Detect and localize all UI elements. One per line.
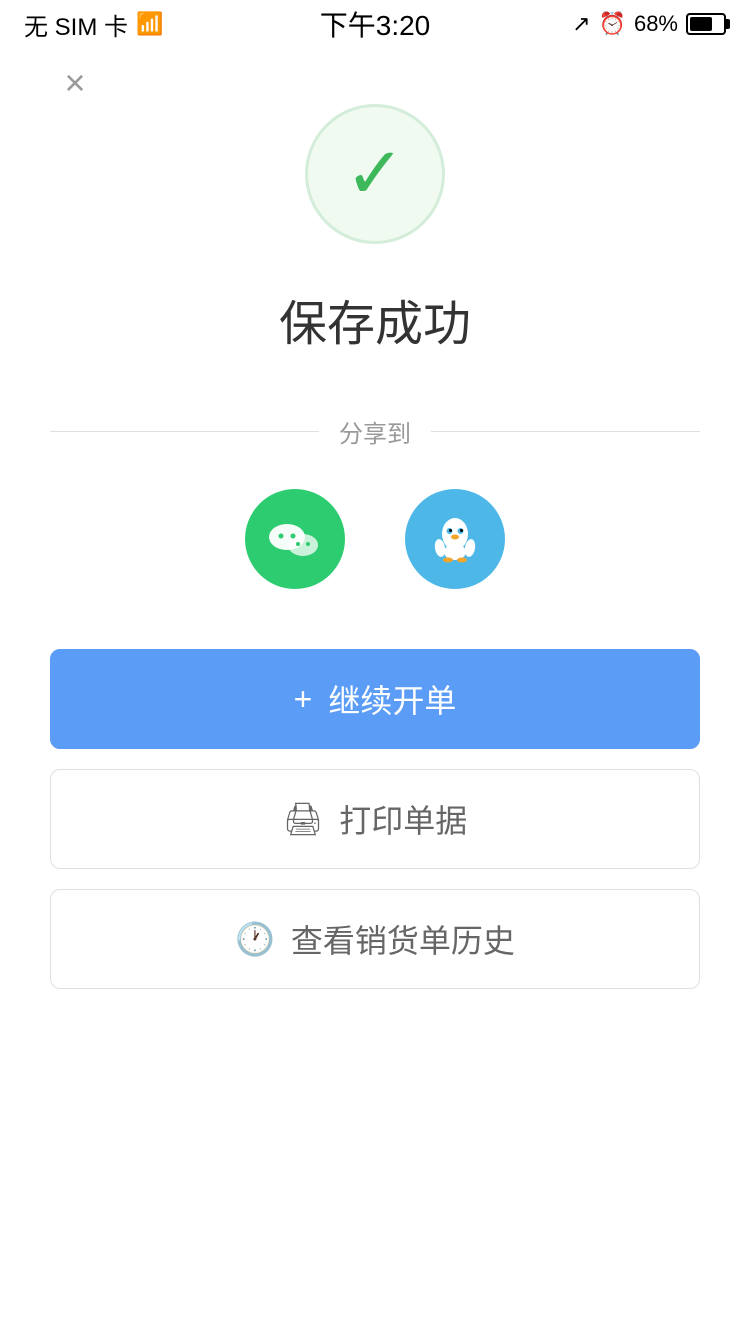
checkmark-icon: ✓ <box>345 138 405 210</box>
location-icon: ↗ <box>572 11 590 37</box>
main-content: ✓ 保存成功 分享到 <box>0 44 750 989</box>
close-button[interactable]: × <box>50 58 100 108</box>
wechat-share-button[interactable] <box>245 489 345 589</box>
continue-button[interactable]: + 继续开单 <box>50 649 700 749</box>
history-button[interactable]: 🕐 查看销货单历史 <box>50 889 700 989</box>
share-icons <box>50 489 700 589</box>
status-bar: 无 SIM 卡 📶 下午3:20 ↗ ⏰ 68% <box>0 0 750 44</box>
print-label: 打印单据 <box>339 796 467 842</box>
continue-label: 继续开单 <box>328 676 456 722</box>
status-right: ↗ ⏰ 68% <box>572 11 726 37</box>
print-icon: 🖨 <box>283 800 324 838</box>
success-icon-circle: ✓ <box>305 104 445 244</box>
qq-icon <box>426 510 484 568</box>
wechat-icon <box>265 509 325 569</box>
share-section: 分享到 <box>0 414 750 589</box>
share-label: 分享到 <box>339 414 411 449</box>
share-divider: 分享到 <box>50 414 700 449</box>
history-label: 查看销货单历史 <box>291 916 515 962</box>
close-icon: × <box>64 65 85 101</box>
carrier-text: 无 SIM 卡 <box>24 7 128 42</box>
alarm-icon: ⏰ <box>599 11 626 37</box>
history-icon: 🕐 <box>235 920 275 958</box>
qq-share-button[interactable] <box>405 489 505 589</box>
action-buttons: + 继续开单 🖨 打印单据 🕐 查看销货单历史 <box>50 649 700 989</box>
wifi-icon: 📶 <box>136 11 163 37</box>
status-time: 下午3:20 <box>320 4 431 44</box>
battery-percent: 68% <box>634 11 678 37</box>
status-left: 无 SIM 卡 📶 <box>24 7 163 42</box>
success-title: 保存成功 <box>279 284 471 354</box>
battery-icon <box>686 13 726 35</box>
plus-icon: + <box>294 681 313 718</box>
print-button[interactable]: 🖨 打印单据 <box>50 769 700 869</box>
